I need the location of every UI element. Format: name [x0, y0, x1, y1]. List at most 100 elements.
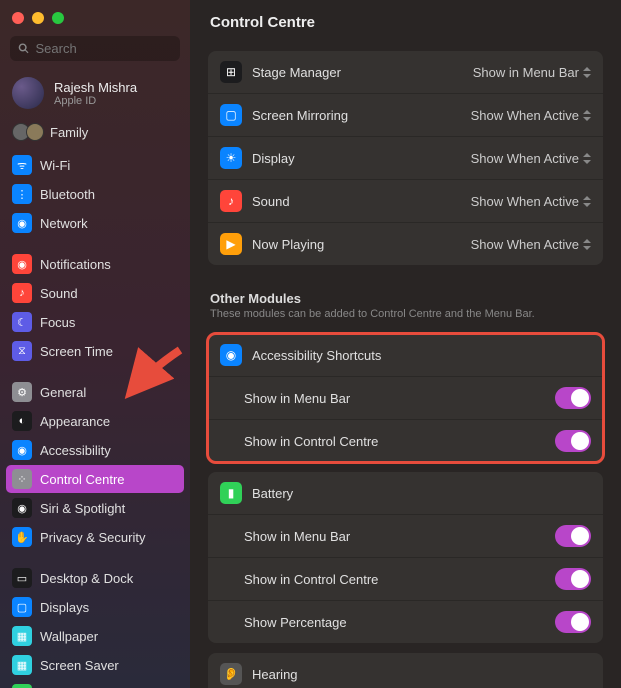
toggle-label: Show in Menu Bar [220, 391, 555, 406]
sidebar-item-focus[interactable]: ☾ Focus [6, 308, 184, 336]
module-row-sound[interactable]: ♪ SoundShow When Active [208, 180, 603, 223]
moon-icon: ☾ [12, 312, 32, 332]
module-row-display[interactable]: ☀DisplayShow When Active [208, 137, 603, 180]
sidebar-item-sound[interactable]: ♪Sound [6, 279, 184, 307]
sidebar-item-wi-fi[interactable]: ᯤWi-Fi [6, 151, 184, 179]
sidebar-item-label: Sound [40, 286, 78, 301]
dropdown-chevron-icon [583, 67, 591, 78]
sidebar-item-wallpaper[interactable]: ▦Wallpaper [6, 622, 184, 650]
modules-panel: ⊞Stage ManagerShow in Menu Bar▢Screen Mi… [208, 51, 603, 265]
toggle-switch[interactable] [555, 525, 591, 547]
dropdown-chevron-icon [583, 196, 591, 207]
toggle-switch[interactable] [555, 430, 591, 452]
sidebar-item-displays[interactable]: ▢Displays [6, 593, 184, 621]
sidebar-item-label: Appearance [40, 414, 110, 429]
toggle-row: Show in Control Centre [208, 558, 603, 601]
module-row-screen-mirroring[interactable]: ▢Screen MirroringShow When Active [208, 94, 603, 137]
module-row-now-playing[interactable]: ▶Now PlayingShow When Active [208, 223, 603, 265]
section-title: Other Modules [190, 275, 621, 308]
family-row[interactable]: Family [0, 119, 190, 151]
mirror-icon: ▢ [220, 104, 242, 126]
sun-icon: ☀ [220, 147, 242, 169]
close-button[interactable] [12, 12, 24, 24]
sidebar-item-label: Desktop & Dock [40, 571, 133, 586]
toggle-switch[interactable] [555, 568, 591, 590]
sidebar-item-control-centre[interactable]: ⁘ Control Centre [6, 465, 184, 493]
bt-icon: ⋮ [12, 184, 32, 204]
sidebar-item-screen-saver[interactable]: ▦Screen Saver [6, 651, 184, 679]
play-icon: ▶ [220, 233, 242, 255]
ear-icon: 👂 [220, 663, 242, 685]
module-label: Display [252, 151, 471, 166]
sidebar-item-privacy-security[interactable]: ✋Privacy & Security [6, 523, 184, 551]
sidebar-item-network[interactable]: ◉Network [6, 209, 184, 237]
user-sub: Apple ID [54, 95, 137, 107]
module-label: Battery [252, 486, 591, 501]
sidebar-list: ᯤWi-Fi⋮Bluetooth◉Network◉Notifications♪S… [0, 151, 190, 688]
sidebar-item-siri-spotlight[interactable]: ◉ Siri & Spotlight [6, 494, 184, 522]
sidebar-item-label: General [40, 385, 86, 400]
gear-icon: ⚙ [12, 382, 32, 402]
wall-icon: ▦ [12, 626, 32, 646]
app-icon: ◐ [12, 411, 32, 431]
sidebar-item-notifications[interactable]: ◉ Notifications [6, 250, 184, 278]
maximize-button[interactable] [52, 12, 64, 24]
acc2-icon: ◉ [220, 344, 242, 366]
sidebar-item-bluetooth[interactable]: ⋮ Bluetooth [6, 180, 184, 208]
wifi-icon: ᯤ [12, 155, 32, 175]
sidebar-item-label: Network [40, 216, 88, 231]
module-label: Hearing [252, 667, 591, 682]
sidebar-item-screen-time[interactable]: ⧖ Screen Time [6, 337, 184, 365]
sidebar-item-accessibility[interactable]: ◉ Accessibility [6, 436, 184, 464]
toggle-row: Show in Control Centre [208, 420, 603, 462]
sidebar-item-battery[interactable]: ▮Battery [6, 680, 184, 688]
family-avatars [12, 123, 40, 141]
minimize-button[interactable] [32, 12, 44, 24]
acc-icon: ◉ [12, 440, 32, 460]
sidebar-item-label: Bluetooth [40, 187, 95, 202]
sidebar-item-desktop-dock[interactable]: ▭ Desktop & Dock [6, 564, 184, 592]
module-value: Show When Active [471, 194, 579, 209]
sidebar-item-label: Accessibility [40, 443, 111, 458]
sidebar: Rajesh Mishra Apple ID Family ᯤWi-Fi ⋮ Blu… [0, 0, 190, 688]
sidebar-item-label: Focus [40, 315, 75, 330]
toggle-label: Show in Control Centre [220, 434, 555, 449]
sidebar-item-label: Screen Time [40, 344, 113, 359]
siri-icon: ◉ [12, 498, 32, 518]
module-value: Show When Active [471, 108, 579, 123]
sidebar-item-appearance[interactable]: ◐ Appearance [6, 407, 184, 435]
sidebar-item-label: Displays [40, 600, 89, 615]
bell-icon: ◉ [12, 254, 32, 274]
module-value: Show When Active [471, 237, 579, 252]
sidebar-item-label: Siri & Spotlight [40, 501, 125, 516]
toggle-switch[interactable] [555, 387, 591, 409]
module-label: Sound [252, 194, 471, 209]
hand-icon: ✋ [12, 527, 32, 547]
section-sub: These modules can be added to Control Ce… [190, 308, 621, 324]
module-label: Accessibility Shortcuts [252, 348, 591, 363]
toggle-label: Show in Menu Bar [220, 529, 555, 544]
hour-icon: ⧖ [12, 341, 32, 361]
search-icon [18, 42, 30, 55]
sidebar-item-label: Notifications [40, 257, 111, 272]
module-label: Stage Manager [252, 65, 473, 80]
dropdown-chevron-icon [583, 239, 591, 250]
snd2-icon: ♪ [220, 190, 242, 212]
sidebar-item-label: Control Centre [40, 472, 125, 487]
module-header: ◉ Accessibility Shortcuts [208, 334, 603, 377]
other-module-battery: ▮BatteryShow in Menu BarShow in Control … [208, 472, 603, 643]
toggle-switch[interactable] [555, 611, 591, 633]
user-name: Rajesh Mishra [54, 80, 137, 95]
avatar [12, 77, 44, 109]
dock-icon: ▭ [12, 568, 32, 588]
search-input[interactable] [36, 41, 172, 56]
page-title: Control Centre [190, 0, 621, 41]
toggle-label: Show Percentage [220, 615, 555, 630]
toggle-label: Show in Control Centre [220, 572, 555, 587]
other-module-accessibility-shortcuts: ◉ Accessibility Shortcuts Show in Menu Bar… [208, 334, 603, 462]
user-account[interactable]: Rajesh Mishra Apple ID [0, 67, 190, 119]
sidebar-item-general[interactable]: ⚙ General [6, 378, 184, 406]
module-row-stage-manager[interactable]: ⊞Stage ManagerShow in Menu Bar [208, 51, 603, 94]
cc-icon: ⁘ [12, 469, 32, 489]
search-field[interactable] [10, 36, 180, 61]
